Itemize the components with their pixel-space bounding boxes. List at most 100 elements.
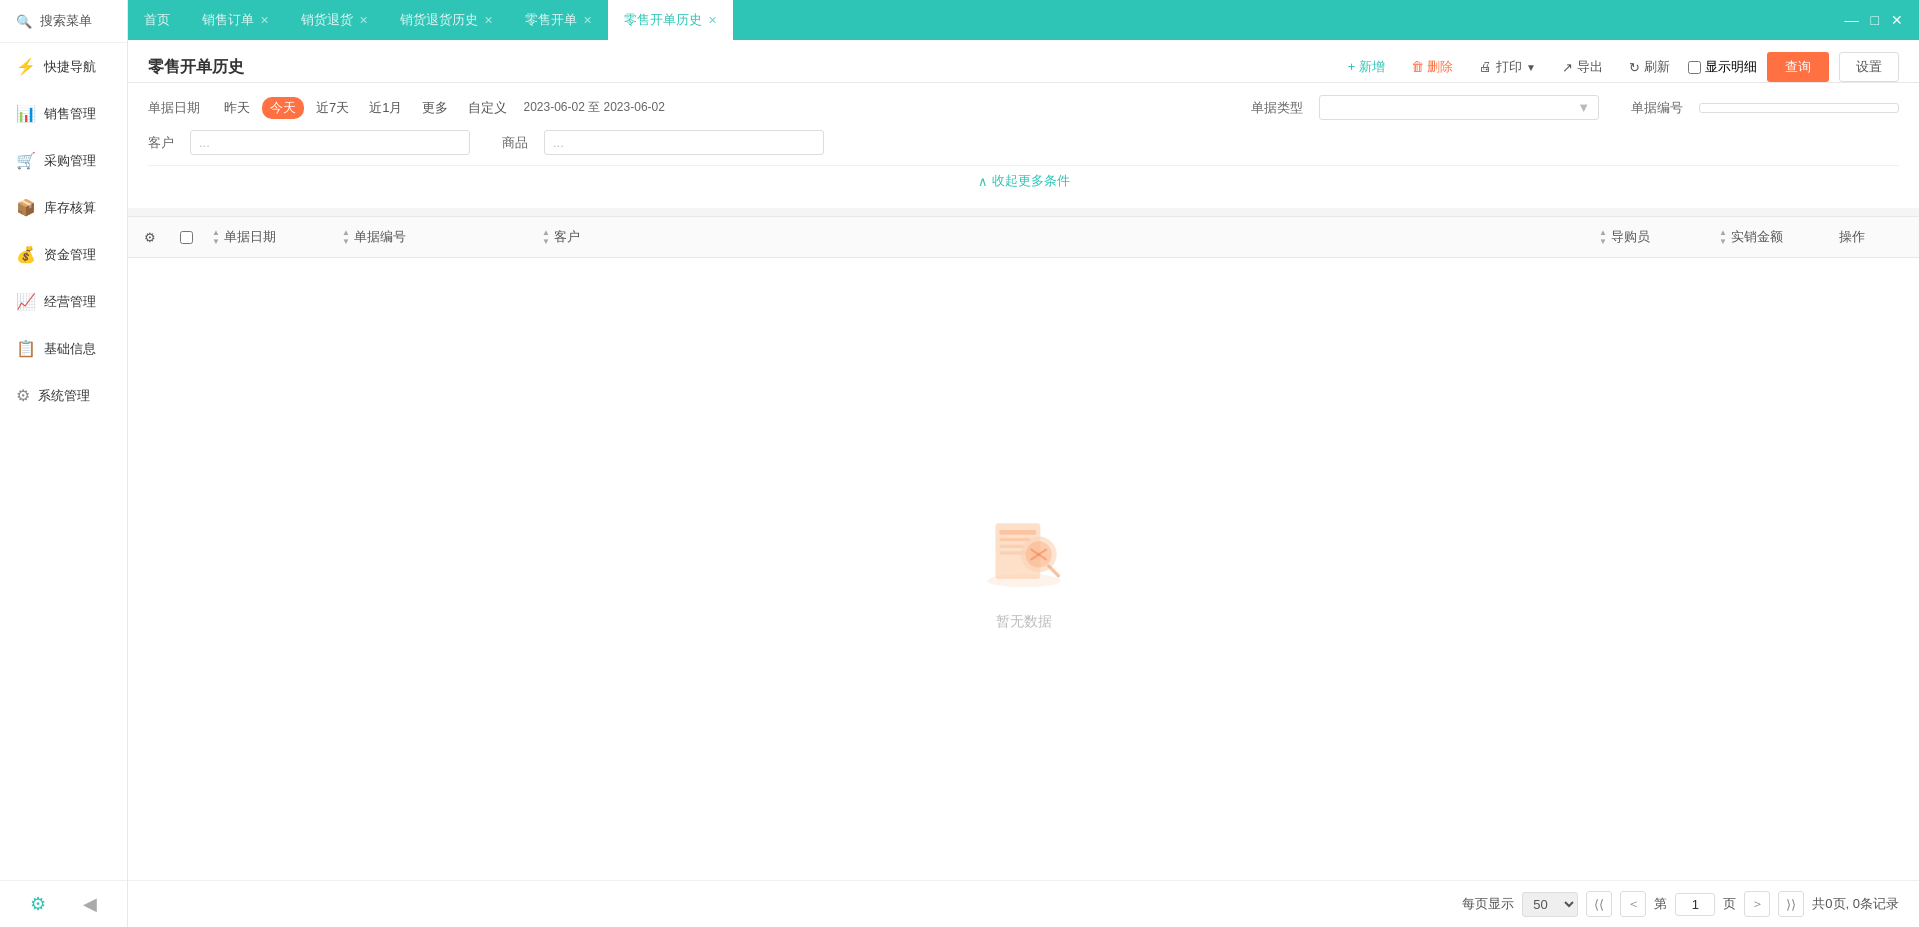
sidebar-settings-icon[interactable]: ⚙ bbox=[30, 893, 46, 915]
page-label: 第 bbox=[1654, 895, 1667, 913]
sidebar-item-base-info[interactable]: 📋 基础信息 bbox=[0, 325, 127, 372]
tab-retail-open[interactable]: 零售开单 ✕ bbox=[509, 0, 608, 40]
th-no[interactable]: ▲▼ 单据编号 bbox=[334, 228, 534, 246]
th-amount-label: 实销金额 bbox=[1731, 228, 1783, 246]
finance-icon: 💰 bbox=[16, 245, 36, 264]
tab-sales-order[interactable]: 销售订单 ✕ bbox=[186, 0, 285, 40]
customer-placeholder: ... bbox=[199, 135, 210, 150]
delete-button[interactable]: 🗑 删除 bbox=[1403, 54, 1462, 80]
tab-sales-order-label: 销售订单 bbox=[202, 11, 254, 29]
query-button[interactable]: 查询 bbox=[1767, 52, 1829, 82]
tab-home[interactable]: 首页 bbox=[128, 0, 186, 40]
no-filter-label: 单据编号 bbox=[1631, 99, 1683, 117]
sidebar-search[interactable]: 🔍 搜索菜单 bbox=[0, 0, 127, 43]
page-last-button[interactable]: ⟩⟩ bbox=[1778, 891, 1804, 917]
th-guide[interactable]: ▲▼ 导购员 bbox=[1591, 228, 1711, 246]
sidebar-item-inventory[interactable]: 📦 库存核算 bbox=[0, 184, 127, 231]
tab-sales-return-history[interactable]: 销货退货历史 ✕ bbox=[384, 0, 509, 40]
table-header: ⚙ ▲▼ 单据日期 ▲▼ 单据编号 ▲▼ 客户 ▲▼ 导购员 ▲▼ bbox=[128, 216, 1919, 258]
window-maximize[interactable]: □ bbox=[1871, 12, 1879, 28]
sidebar-item-operations[interactable]: 📈 经营管理 bbox=[0, 278, 127, 325]
date-opt-custom[interactable]: 自定义 bbox=[460, 97, 515, 119]
quick-nav-icon: ⚡ bbox=[16, 57, 36, 76]
sidebar-collapse-icon[interactable]: ◀ bbox=[83, 893, 97, 915]
table-area: ⚙ ▲▼ 单据日期 ▲▼ 单据编号 ▲▼ 客户 ▲▼ 导购员 ▲▼ bbox=[128, 216, 1919, 880]
total-label: 共0页, 0条记录 bbox=[1812, 895, 1899, 913]
add-button[interactable]: + 新增 bbox=[1340, 54, 1393, 80]
select-all-checkbox[interactable] bbox=[180, 231, 193, 244]
empty-illustration bbox=[974, 507, 1074, 597]
search-icon: 🔍 bbox=[16, 14, 32, 29]
date-opt-1month[interactable]: 近1月 bbox=[361, 97, 410, 119]
collapse-more-button[interactable]: ∧ 收起更多条件 bbox=[148, 165, 1899, 196]
display-detail-toggle[interactable]: 显示明细 bbox=[1688, 58, 1757, 76]
th-customer[interactable]: ▲▼ 客户 bbox=[534, 228, 1591, 246]
sidebar-item-label: 经营管理 bbox=[44, 293, 96, 311]
window-close[interactable]: ✕ bbox=[1891, 12, 1903, 28]
print-dropdown-icon[interactable]: ▼ bbox=[1526, 62, 1536, 73]
page-number-input[interactable] bbox=[1675, 893, 1715, 916]
sidebar-item-label: 系统管理 bbox=[38, 387, 90, 405]
export-label: 导出 bbox=[1577, 58, 1603, 76]
svg-line-8 bbox=[1048, 566, 1058, 576]
base-info-icon: 📋 bbox=[16, 339, 36, 358]
tab-sales-order-close[interactable]: ✕ bbox=[260, 14, 269, 27]
no-filter-input[interactable] bbox=[1699, 103, 1899, 113]
settings-icon: ⚙ bbox=[144, 230, 156, 245]
th-amount[interactable]: ▲▼ 实销金额 bbox=[1711, 228, 1831, 246]
tab-sales-return[interactable]: 销货退货 ✕ bbox=[285, 0, 384, 40]
page-prev-button[interactable]: ＜ bbox=[1620, 891, 1646, 917]
pagination: 每页显示 50 100 200 ⟨⟨ ＜ 第 页 ＞ ⟩⟩ 共0页, 0条记录 bbox=[128, 880, 1919, 927]
content-header: 零售开单历史 + 新增 🗑 删除 🖨 打印 ▼ ↗ 导出 ↻ 刷新 显 bbox=[128, 40, 1919, 83]
export-button[interactable]: ↗ 导出 bbox=[1554, 54, 1611, 80]
operations-icon: 📈 bbox=[16, 292, 36, 311]
sidebar-item-sales-mgmt[interactable]: 📊 销售管理 bbox=[0, 90, 127, 137]
window-minimize[interactable]: — bbox=[1845, 12, 1859, 28]
display-detail-label: 显示明细 bbox=[1705, 58, 1757, 76]
customer-filter-input[interactable]: ... bbox=[190, 130, 470, 155]
sidebar-item-purchase-mgmt[interactable]: 🛒 采购管理 bbox=[0, 137, 127, 184]
settings-button[interactable]: 设置 bbox=[1839, 52, 1899, 82]
sidebar-item-quick-nav[interactable]: ⚡ 快捷导航 bbox=[0, 43, 127, 90]
tab-retail-open-history[interactable]: 零售开单历史 ✕ bbox=[608, 0, 733, 40]
sidebar-item-sys-mgmt[interactable]: ⚙ 系统管理 bbox=[0, 372, 127, 419]
th-checkbox[interactable] bbox=[172, 231, 204, 244]
th-date[interactable]: ▲▼ 单据日期 bbox=[204, 228, 334, 246]
goods-filter-label: 商品 bbox=[502, 134, 528, 152]
date-opt-today[interactable]: 今天 bbox=[262, 97, 304, 119]
export-icon: ↗ bbox=[1562, 60, 1573, 75]
goods-filter-input[interactable]: ... bbox=[544, 130, 824, 155]
tab-sales-return-close[interactable]: ✕ bbox=[359, 14, 368, 27]
add-label: + 新增 bbox=[1348, 58, 1385, 76]
date-opt-yesterday[interactable]: 昨天 bbox=[216, 97, 258, 119]
tab-retail-open-history-close[interactable]: ✕ bbox=[708, 14, 717, 27]
collapse-more-label: 收起更多条件 bbox=[992, 172, 1070, 190]
refresh-button[interactable]: ↻ 刷新 bbox=[1621, 54, 1678, 80]
sys-mgmt-icon: ⚙ bbox=[16, 386, 30, 405]
display-detail-checkbox[interactable] bbox=[1688, 61, 1701, 74]
page-suffix: 页 bbox=[1723, 895, 1736, 913]
sidebar-item-finance[interactable]: 💰 资金管理 bbox=[0, 231, 127, 278]
tab-retail-open-close[interactable]: ✕ bbox=[583, 14, 592, 27]
empty-text: 暂无数据 bbox=[996, 613, 1052, 631]
date-opt-7days[interactable]: 近7天 bbox=[308, 97, 357, 119]
sales-mgmt-icon: 📊 bbox=[16, 104, 36, 123]
tab-sales-return-history-label: 销货退货历史 bbox=[400, 11, 478, 29]
delete-label: 🗑 删除 bbox=[1411, 58, 1454, 76]
th-settings[interactable]: ⚙ bbox=[136, 230, 172, 245]
svg-rect-3 bbox=[999, 538, 1030, 541]
refresh-label: 刷新 bbox=[1644, 58, 1670, 76]
tab-sales-return-history-close[interactable]: ✕ bbox=[484, 14, 493, 27]
print-button[interactable]: 🖨 打印 ▼ bbox=[1471, 54, 1544, 80]
sidebar-item-label: 库存核算 bbox=[44, 199, 96, 217]
page-first-button[interactable]: ⟨⟨ bbox=[1586, 891, 1612, 917]
date-opt-more[interactable]: 更多 bbox=[414, 97, 456, 119]
page-next-button[interactable]: ＞ bbox=[1744, 891, 1770, 917]
svg-rect-2 bbox=[999, 530, 1036, 535]
goods-placeholder: ... bbox=[553, 135, 564, 150]
per-page-select[interactable]: 50 100 200 bbox=[1522, 892, 1578, 917]
type-filter-select[interactable]: ▼ bbox=[1319, 95, 1599, 120]
th-action-label: 操作 bbox=[1839, 228, 1865, 246]
sidebar: 🔍 搜索菜单 ⚡ 快捷导航 📊 销售管理 🛒 采购管理 📦 库存核算 💰 资金管… bbox=[0, 0, 128, 927]
th-customer-label: 客户 bbox=[554, 228, 580, 246]
